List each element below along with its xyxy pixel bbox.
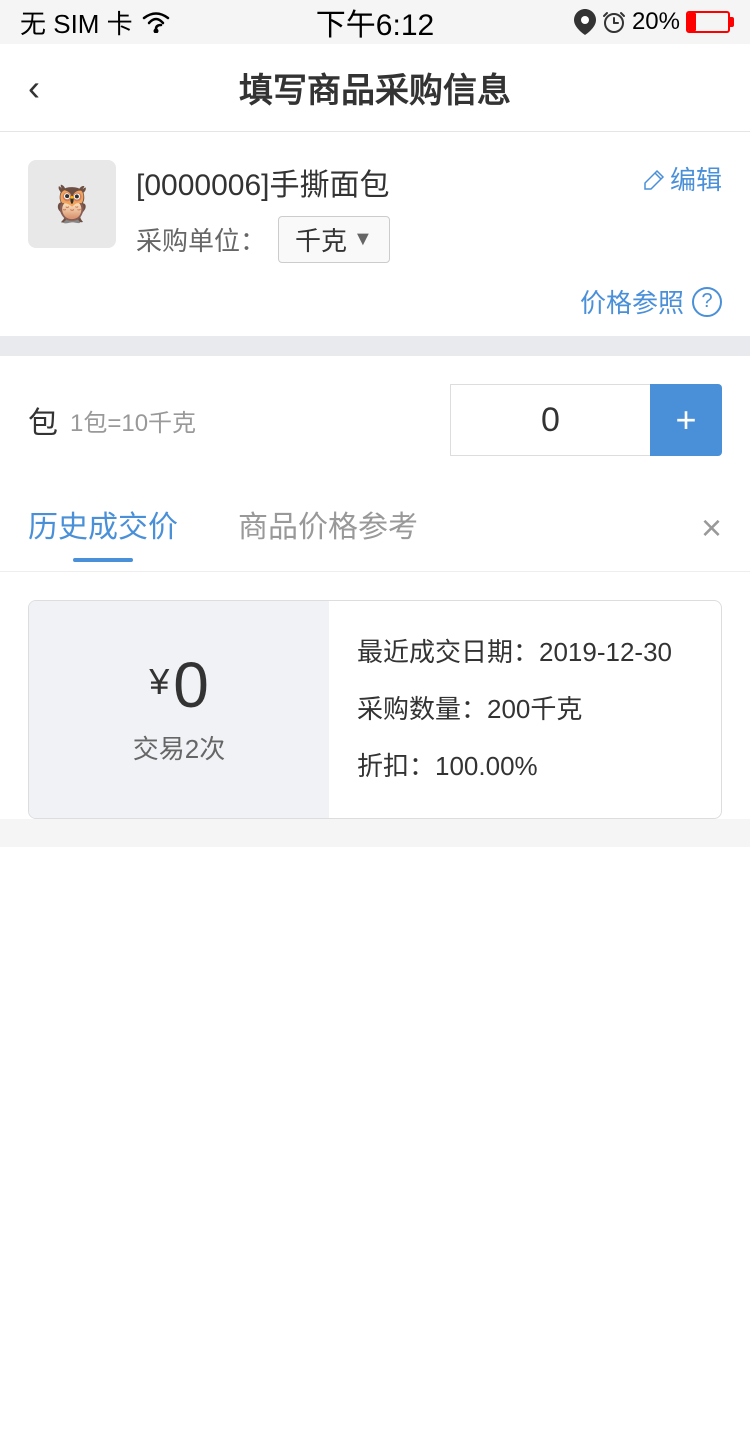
quantity-plus-button[interactable]: + — [650, 384, 722, 456]
recent-date-row: 最近成交日期：2019-12-30 — [357, 633, 693, 672]
product-header: 🦉 [0000006]手撕面包 采购单位： 千克 ▼ 编辑 — [28, 160, 722, 263]
alarm-icon — [602, 10, 626, 34]
price-display: ¥ 0 — [149, 653, 209, 717]
recent-date-label: 最近成交日期： — [357, 637, 539, 667]
price-value: 0 — [173, 653, 209, 717]
status-left: 无 SIM 卡 — [20, 4, 171, 41]
discount-value: 100.00% — [435, 751, 538, 781]
tab-product-price-ref[interactable]: 商品价格参考 — [238, 502, 418, 554]
nav-bar: ‹ 填写商品采购信息 — [0, 44, 750, 132]
status-bar: 无 SIM 卡 下午6:12 20% — [0, 0, 750, 44]
pkg-text: 包 — [28, 398, 58, 442]
quantity-input[interactable]: 0 — [450, 384, 650, 456]
quantity-label: 包 1包=10千克 — [28, 398, 196, 442]
tab-close-button[interactable]: × — [701, 507, 722, 549]
discount-label: 折扣： — [357, 751, 435, 781]
dropdown-arrow-icon: ▼ — [353, 228, 373, 251]
price-symbol: ¥ — [149, 661, 169, 703]
product-left: 🦉 [0000006]手撕面包 采购单位： 千克 ▼ — [28, 160, 644, 263]
edit-button[interactable]: 编辑 — [644, 160, 722, 197]
section-divider — [0, 336, 750, 356]
product-name: [0000006]手撕面包 — [136, 160, 644, 204]
battery-text: 20% — [632, 8, 680, 36]
status-time: 下午6:12 — [316, 0, 434, 44]
unit-select[interactable]: 千克 ▼ — [278, 216, 390, 263]
quantity-controls: 0 + — [450, 384, 722, 456]
edit-label: 编辑 — [670, 160, 722, 197]
price-ref-button[interactable]: 价格参照 ? — [580, 283, 722, 320]
pkg-sub-text: 1包=10千克 — [70, 403, 196, 438]
product-footer: 价格参照 ? — [28, 283, 722, 336]
page-title: 填写商品采购信息 — [239, 63, 511, 112]
tabs-panel: 历史成交价 商品价格参考 × ¥ 0 交易2次 最近成交日期：2019-12-3… — [0, 484, 750, 819]
discount-row: 折扣：100.00% — [357, 747, 693, 786]
battery-icon — [686, 11, 730, 33]
wifi-icon — [141, 11, 171, 33]
product-logo-icon: 🦉 — [50, 183, 95, 225]
quantity-row: 包 1包=10千克 0 + — [0, 356, 750, 484]
status-right: 20% — [574, 8, 730, 36]
help-icon: ? — [692, 287, 722, 317]
location-icon — [574, 9, 596, 35]
price-ref-label: 价格参照 — [580, 283, 684, 320]
product-unit-row: 采购单位： 千克 ▼ — [136, 216, 644, 263]
purchase-qty-label: 采购数量： — [357, 694, 487, 724]
purchase-qty-row: 采购数量：200千克 — [357, 690, 693, 729]
purchase-qty-value: 200千克 — [487, 694, 582, 724]
tab-history-price[interactable]: 历史成交价 — [28, 502, 178, 554]
card-price-section: ¥ 0 交易2次 — [29, 601, 329, 818]
product-thumbnail: 🦉 — [28, 160, 116, 248]
trade-count: 交易2次 — [133, 729, 225, 766]
recent-date-value: 2019-12-30 — [539, 637, 672, 667]
tabs-left: 历史成交价 商品价格参考 — [28, 502, 418, 554]
unit-label: 采购单位： — [136, 221, 266, 258]
unit-value: 千克 — [295, 221, 347, 258]
page-body — [0, 847, 750, 1447]
tabs-header: 历史成交价 商品价格参考 × — [0, 484, 750, 572]
card-details-section: 最近成交日期：2019-12-30 采购数量：200千克 折扣：100.00% — [329, 601, 721, 818]
transaction-card: ¥ 0 交易2次 最近成交日期：2019-12-30 采购数量：200千克 折扣… — [28, 600, 722, 819]
product-info: [0000006]手撕面包 采购单位： 千克 ▼ — [136, 160, 644, 263]
back-button[interactable]: ‹ — [28, 67, 40, 109]
carrier-text: 无 SIM 卡 — [20, 4, 133, 41]
product-section: 🦉 [0000006]手撕面包 采购单位： 千克 ▼ 编辑 — [0, 132, 750, 336]
edit-icon — [644, 168, 666, 190]
